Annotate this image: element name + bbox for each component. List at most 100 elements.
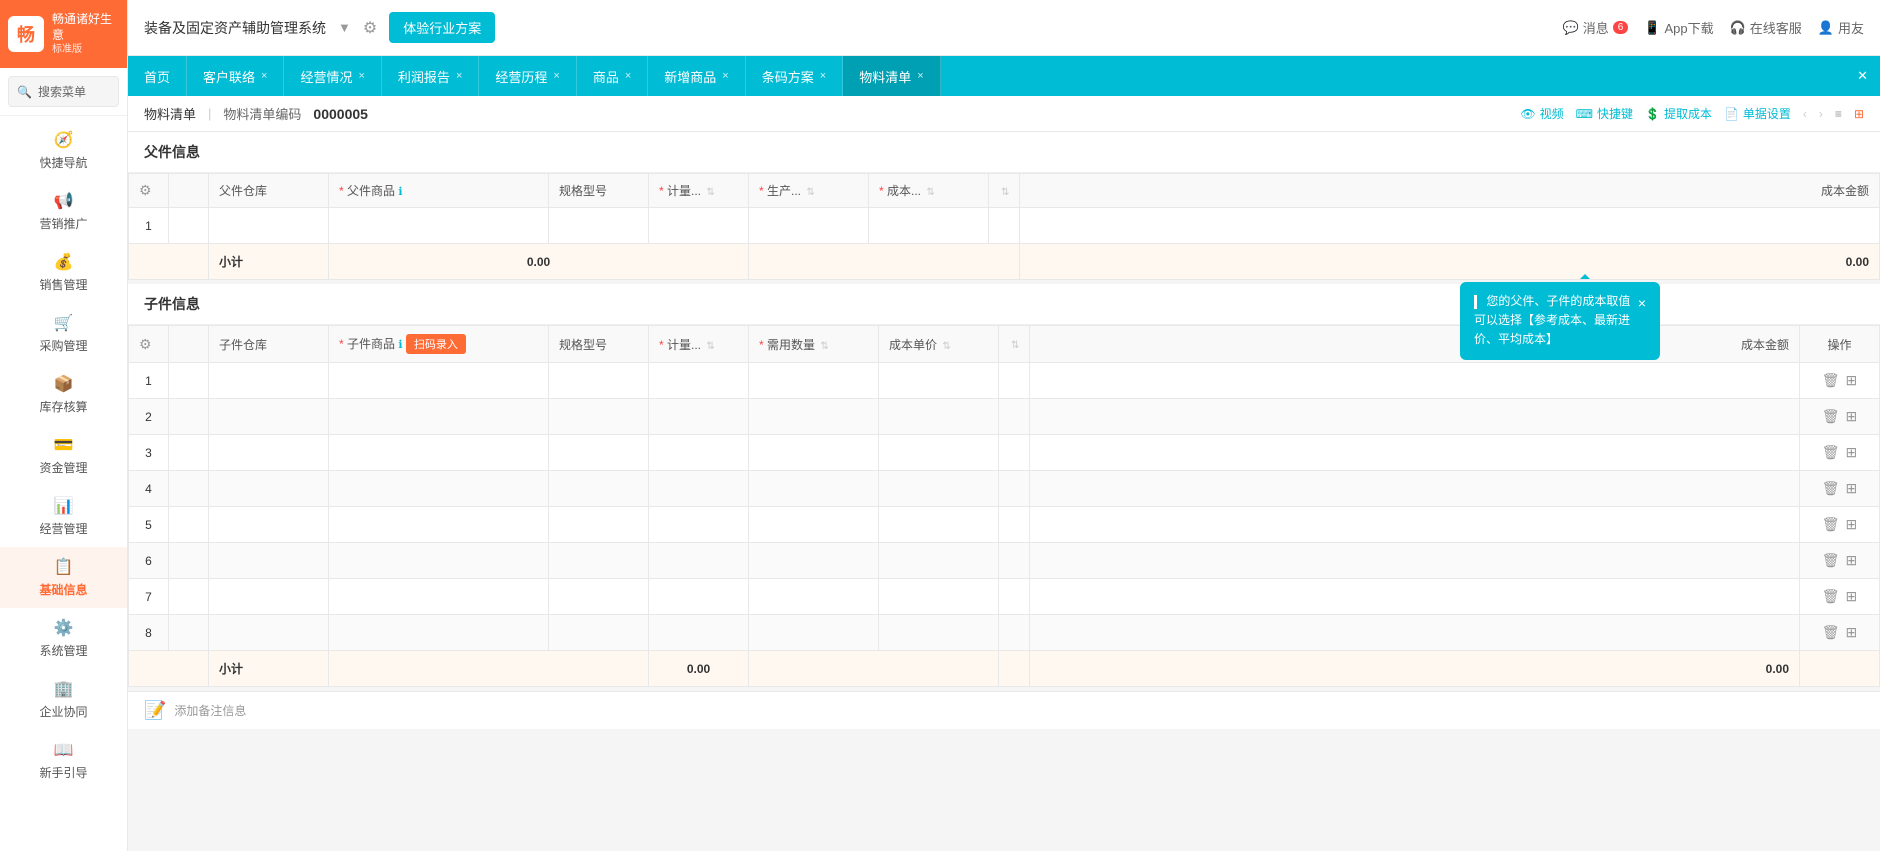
child-row-8-product[interactable] — [329, 615, 549, 651]
child-row-1-unit[interactable] — [649, 363, 749, 399]
delete-row-8-button[interactable]: 🗑 — [1822, 624, 1840, 641]
delete-row-1-button[interactable]: 🗑 — [1822, 372, 1840, 389]
tab-customers[interactable]: 客户联络 × — [187, 56, 284, 96]
parent-row-1-spec[interactable] — [549, 208, 649, 244]
child-row-4-quantity[interactable] — [749, 471, 879, 507]
trial-button[interactable]: 体验行业方案 — [389, 12, 495, 43]
tab-profit-close[interactable]: × — [456, 70, 462, 82]
tab-barcode-close[interactable]: × — [820, 70, 826, 82]
copy-row-2-button[interactable]: ⊞ — [1846, 408, 1858, 425]
child-row-5-quantity[interactable] — [749, 507, 879, 543]
child-row-7-spec[interactable] — [549, 579, 649, 615]
child-row-6-unit[interactable] — [649, 543, 749, 579]
child-row-7-quantity[interactable] — [749, 579, 879, 615]
parent-row-1-production[interactable] — [749, 208, 869, 244]
delete-row-3-button[interactable]: 🗑 — [1822, 444, 1840, 461]
sidebar-item-operations[interactable]: 📊 经营管理 — [0, 486, 127, 547]
copy-row-7-button[interactable]: ⊞ — [1846, 588, 1858, 605]
scan-input-button[interactable]: 扫码录入 — [406, 334, 466, 354]
tab-barcode[interactable]: 条码方案 × — [746, 56, 843, 96]
child-row-3-quantity[interactable] — [749, 435, 879, 471]
child-row-2-quantity[interactable] — [749, 399, 879, 435]
child-row-2-warehouse[interactable] — [209, 399, 329, 435]
child-row-5-product[interactable] — [329, 507, 549, 543]
tab-customers-close[interactable]: × — [261, 70, 267, 82]
topbar-dropdown-icon[interactable]: ▼ — [338, 20, 351, 35]
tab-bom[interactable]: 物料清单 × — [843, 56, 940, 96]
tab-new-goods-close[interactable]: × — [722, 70, 728, 82]
child-row-2-spec[interactable] — [549, 399, 649, 435]
sidebar-item-finance[interactable]: 💳 资金管理 — [0, 425, 127, 486]
sidebar-item-purchase[interactable]: 🛒 采购管理 — [0, 303, 127, 364]
child-row-5-warehouse[interactable] — [209, 507, 329, 543]
child-row-8-unit[interactable] — [649, 615, 749, 651]
tab-operations-close[interactable]: × — [358, 70, 364, 82]
child-row-6-product[interactable] — [329, 543, 549, 579]
child-row-1-unit-cost[interactable] — [879, 363, 999, 399]
action-doc-settings[interactable]: 📄 单据设置 — [1724, 105, 1791, 122]
child-row-7-unit-cost[interactable] — [879, 579, 999, 615]
delete-row-4-button[interactable]: 🗑 — [1822, 480, 1840, 497]
child-row-5-unit-cost[interactable] — [879, 507, 999, 543]
app-download-item[interactable]: 📱 App下载 — [1644, 18, 1713, 37]
copy-row-6-button[interactable]: ⊞ — [1846, 552, 1858, 569]
child-row-8-warehouse[interactable] — [209, 615, 329, 651]
nav-next-button[interactable]: › — [1819, 107, 1823, 121]
messages-item[interactable]: 💬 消息 6 — [1563, 18, 1629, 37]
child-row-1-warehouse[interactable] — [209, 363, 329, 399]
delete-row-5-button[interactable]: 🗑 — [1822, 516, 1840, 533]
parent-row-1-warehouse[interactable] — [209, 208, 329, 244]
child-row-1-spec[interactable] — [549, 363, 649, 399]
child-row-6-spec[interactable] — [549, 543, 649, 579]
sidebar-item-marketing[interactable]: 📢 营销推广 — [0, 181, 127, 242]
copy-row-5-button[interactable]: ⊞ — [1846, 516, 1858, 533]
delete-row-6-button[interactable]: 🗑 — [1822, 552, 1840, 569]
delete-row-7-button[interactable]: 🗑 — [1822, 588, 1840, 605]
tab-profit[interactable]: 利润报告 × — [382, 56, 479, 96]
copy-row-8-button[interactable]: ⊞ — [1846, 624, 1858, 641]
copy-row-3-button[interactable]: ⊞ — [1846, 444, 1858, 461]
sidebar-item-quick-nav[interactable]: 🧭 快捷导航 — [0, 120, 127, 181]
child-row-2-product[interactable] — [329, 399, 549, 435]
child-row-3-product[interactable] — [329, 435, 549, 471]
child-row-7-unit[interactable] — [649, 579, 749, 615]
sidebar-search[interactable]: 🔍 搜索菜单 — [0, 68, 127, 116]
tab-history-close[interactable]: × — [553, 70, 559, 82]
copy-row-4-button[interactable]: ⊞ — [1846, 480, 1858, 497]
online-service-item[interactable]: 🎧 在线客服 — [1730, 18, 1802, 37]
sidebar-item-sales[interactable]: 💰 销售管理 — [0, 242, 127, 303]
copy-row-1-button[interactable]: ⊞ — [1846, 372, 1858, 389]
delete-row-2-button[interactable]: 🗑 — [1822, 408, 1840, 425]
child-row-7-product[interactable] — [329, 579, 549, 615]
note-placeholder[interactable]: 添加备注信息 — [174, 702, 246, 719]
child-row-8-spec[interactable] — [549, 615, 649, 651]
sidebar-item-inventory[interactable]: 📦 库存核算 — [0, 364, 127, 425]
search-menu-button[interactable]: 🔍 搜索菜单 — [8, 76, 119, 107]
child-row-4-unit-cost[interactable] — [879, 471, 999, 507]
child-row-1-quantity[interactable] — [749, 363, 879, 399]
list-view-button[interactable]: ≡ — [1835, 107, 1842, 121]
child-row-6-unit-cost[interactable] — [879, 543, 999, 579]
child-row-2-unit[interactable] — [649, 399, 749, 435]
child-row-4-spec[interactable] — [549, 471, 649, 507]
tab-goods-close[interactable]: × — [625, 70, 631, 82]
action-cost[interactable]: 💲 提取成本 — [1645, 105, 1712, 122]
child-row-4-product[interactable] — [329, 471, 549, 507]
child-row-3-warehouse[interactable] — [209, 435, 329, 471]
breadcrumb-bom[interactable]: 物料清单 — [144, 104, 196, 123]
child-row-3-unit-cost[interactable] — [879, 435, 999, 471]
tab-new-goods[interactable]: 新增商品 × — [648, 56, 745, 96]
user-item[interactable]: 👤 用友 — [1818, 18, 1864, 37]
tab-operations[interactable]: 经营情况 × — [284, 56, 381, 96]
tab-goods[interactable]: 商品 × — [577, 56, 648, 96]
tooltip-close-button[interactable]: × — [1638, 292, 1646, 314]
child-row-4-warehouse[interactable] — [209, 471, 329, 507]
child-row-3-unit[interactable] — [649, 435, 749, 471]
tab-home[interactable]: 首页 — [128, 56, 187, 96]
child-row-5-unit[interactable] — [649, 507, 749, 543]
child-row-6-warehouse[interactable] — [209, 543, 329, 579]
sidebar-item-basic-info[interactable]: 📋 基础信息 — [0, 547, 127, 608]
parent-row-1-unit[interactable] — [649, 208, 749, 244]
sidebar-item-guide[interactable]: 📖 新手引导 — [0, 730, 127, 791]
nav-prev-button[interactable]: ‹ — [1803, 107, 1807, 121]
